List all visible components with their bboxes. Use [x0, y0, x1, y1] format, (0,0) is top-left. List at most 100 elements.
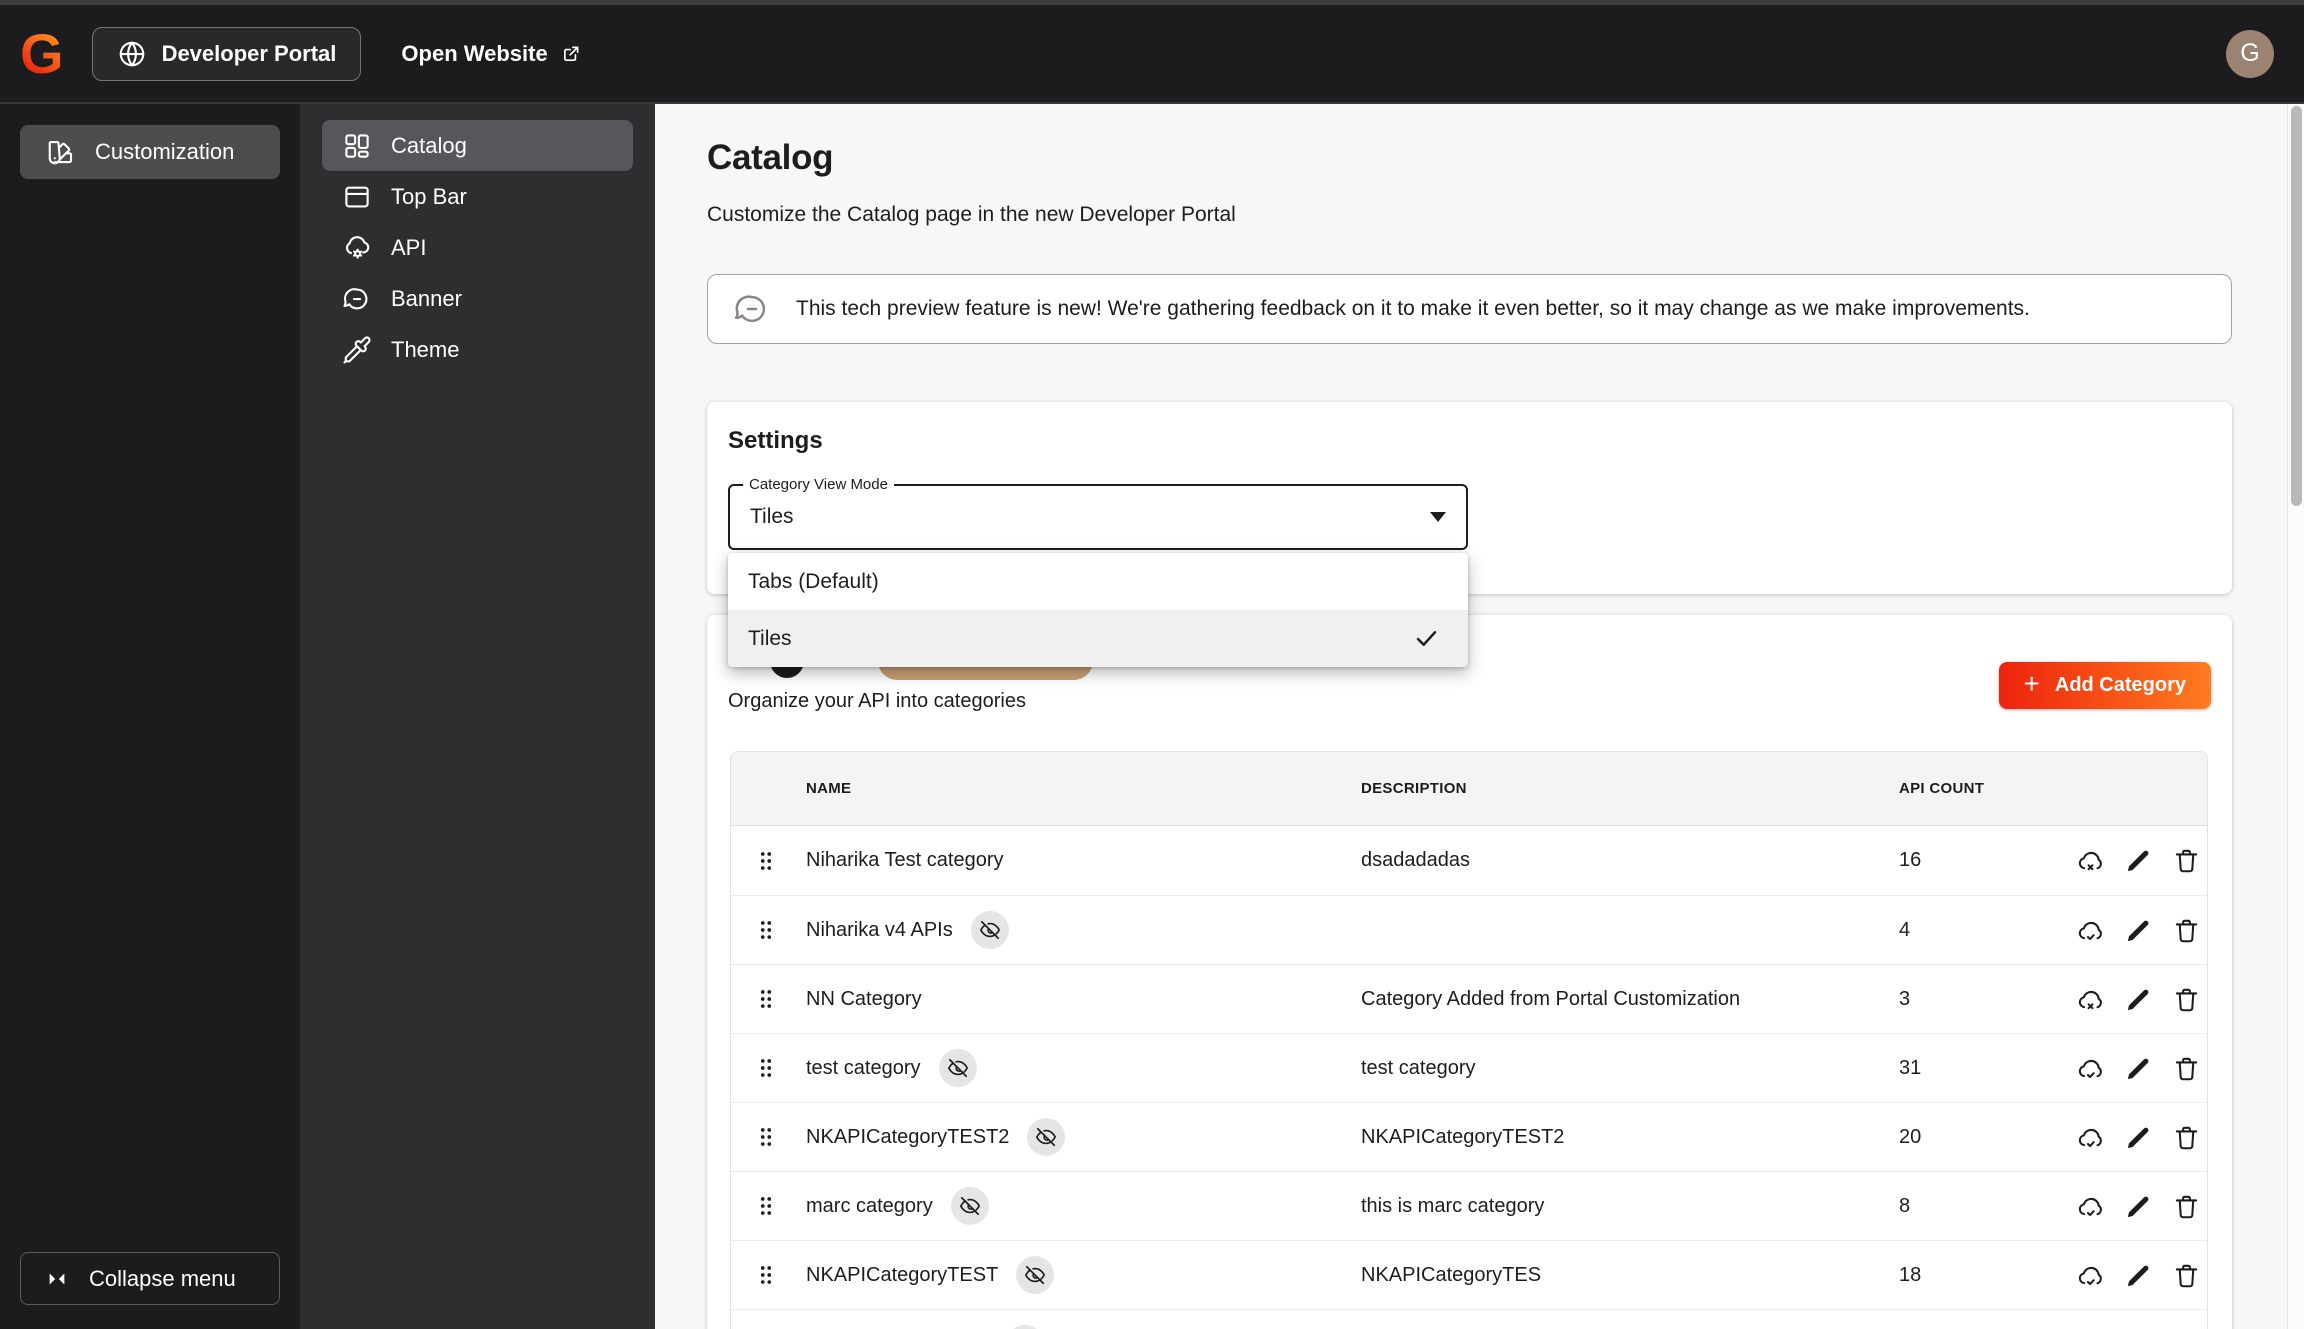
- eye-off-icon: [1025, 1265, 1046, 1285]
- unpublish-cloud-x-icon[interactable]: [2076, 846, 2105, 875]
- eye-off-icon: [979, 920, 1000, 940]
- open-website-link[interactable]: Open Website: [401, 41, 581, 67]
- category-description: NKAPICategoryTES: [1361, 1263, 1542, 1286]
- hidden-category-badge: [938, 1049, 977, 1087]
- developer-portal-button[interactable]: Developer Portal: [91, 26, 362, 81]
- category-name: NKAPICategoryTEST: [806, 1263, 999, 1286]
- drag-handle[interactable]: [731, 917, 806, 943]
- eye-off-icon: [1036, 1127, 1057, 1147]
- check-icon: [1413, 625, 1440, 652]
- category-name: NKAPICategoryTEST2: [806, 1125, 1010, 1148]
- category-view-mode-dropdown: Tabs (Default) Tiles: [728, 553, 1468, 667]
- topbar: G Developer Portal Open Website G: [0, 0, 2304, 104]
- table-header-row: NAME DESCRIPTION API COUNT: [731, 752, 2207, 826]
- edit-pencil-icon[interactable]: [2124, 1261, 2153, 1290]
- caret-down-icon: [1430, 512, 1446, 522]
- drag-handle[interactable]: [731, 848, 806, 874]
- delete-trash-icon[interactable]: [2172, 1261, 2201, 1290]
- add-category-label: Add Category: [2054, 674, 2186, 696]
- panel-top-icon: [342, 182, 372, 212]
- delete-trash-icon[interactable]: [2172, 916, 2201, 945]
- table-row: [731, 1309, 2207, 1329]
- vertical-scrollbar[interactable]: [2287, 104, 2304, 1329]
- dropdown-option-tabs[interactable]: Tabs (Default): [728, 553, 1468, 610]
- hidden-category-badge: [1006, 1325, 1044, 1329]
- subnav-item-catalog[interactable]: Catalog: [322, 120, 633, 171]
- hidden-category-badge: [1016, 1256, 1055, 1294]
- tech-preview-notice: This tech preview feature is new! We're …: [707, 274, 2232, 344]
- category-name: marc category: [806, 1194, 933, 1217]
- delete-trash-icon[interactable]: [2172, 985, 2201, 1014]
- eye-off-icon: [947, 1058, 968, 1078]
- table-row: marc category this is marc category 8: [731, 1171, 2207, 1240]
- collapse-menu-button[interactable]: Collapse menu: [20, 1252, 280, 1305]
- subnav-item-label: Banner: [391, 285, 462, 311]
- hidden-category-badge: [970, 911, 1009, 949]
- collapse-icon: [46, 1268, 68, 1290]
- category-api-count: 3: [1899, 987, 1911, 1010]
- table-row: NKAPICategoryTEST2 NKAPICategoryTEST2 20: [731, 1102, 2207, 1171]
- table-row: test category test category 31: [731, 1033, 2207, 1102]
- eye-off-icon: [959, 1196, 980, 1216]
- category-description: this is marc category: [1361, 1194, 1545, 1217]
- add-category-button[interactable]: + Add Category: [1998, 662, 2211, 709]
- table-body: Niharika Test category dsadadadas 16 Nih…: [731, 826, 2207, 1329]
- delete-trash-icon[interactable]: [2172, 1192, 2201, 1221]
- delete-trash-icon[interactable]: [2172, 846, 2201, 875]
- unpublish-cloud-x-icon[interactable]: [2076, 985, 2105, 1014]
- category-api-count: 18: [1899, 1263, 1922, 1286]
- subnav-item-api[interactable]: API: [322, 222, 633, 273]
- select-label: Category View Mode: [743, 476, 894, 493]
- category-description: dsadadadas: [1361, 849, 1470, 871]
- category-description: Category Added from Portal Customization: [1361, 987, 1741, 1010]
- subnav-item-theme[interactable]: Theme: [322, 324, 633, 375]
- sidebar-item-label: Customization: [95, 139, 235, 164]
- user-avatar[interactable]: G: [2226, 29, 2274, 78]
- eyedropper-icon: [342, 335, 372, 365]
- grid-icon: [342, 131, 372, 161]
- category-name: NN Category: [806, 987, 922, 1010]
- edit-pencil-icon[interactable]: [2124, 1192, 2153, 1221]
- plus-icon: +: [2023, 668, 2040, 699]
- publish-cloud-check-icon[interactable]: [2076, 1192, 2105, 1221]
- message-bubble-icon: [342, 284, 372, 314]
- collapse-menu-label: Collapse menu: [89, 1265, 236, 1291]
- category-name: test category: [806, 1056, 921, 1079]
- developer-portal-label: Developer Portal: [161, 40, 337, 66]
- categories-card: Organize your API into categories + Add …: [707, 615, 2232, 1329]
- avatar-initial: G: [2240, 39, 2260, 67]
- drag-handle[interactable]: [731, 1193, 806, 1219]
- drag-handle[interactable]: [731, 1124, 806, 1150]
- category-api-count: 31: [1899, 1056, 1922, 1079]
- delete-trash-icon[interactable]: [2172, 1123, 2201, 1152]
- publish-cloud-check-icon[interactable]: [2076, 1123, 2105, 1152]
- subnav-item-banner[interactable]: Banner: [322, 273, 633, 324]
- category-name: Niharika v4 APIs: [806, 918, 953, 941]
- sidebar-item-customization[interactable]: Customization: [20, 125, 280, 179]
- drag-handle[interactable]: [731, 1055, 806, 1081]
- category-description: NKAPICategoryTEST2: [1361, 1125, 1565, 1148]
- edit-pencil-icon[interactable]: [2124, 916, 2153, 945]
- publish-cloud-check-icon[interactable]: [2076, 916, 2105, 945]
- drag-handle[interactable]: [731, 1262, 806, 1288]
- drag-handle[interactable]: [731, 986, 806, 1012]
- scrollbar-thumb[interactable]: [2291, 106, 2302, 506]
- column-header-api-count: API COUNT: [1899, 780, 1985, 797]
- dropdown-option-label: Tiles: [748, 626, 792, 650]
- delete-trash-icon[interactable]: [2172, 1054, 2201, 1083]
- edit-pencil-icon[interactable]: [2124, 1054, 2153, 1083]
- main-panel: Catalog Customize the Catalog page in th…: [655, 104, 2304, 1329]
- table-row: Niharika Test category dsadadadas 16: [731, 826, 2207, 895]
- publish-cloud-check-icon[interactable]: [2076, 1054, 2105, 1083]
- dropdown-option-tiles[interactable]: Tiles: [728, 610, 1468, 667]
- edit-pencil-icon[interactable]: [2124, 1123, 2153, 1152]
- category-name: Niharika Test category: [806, 849, 1004, 871]
- publish-cloud-check-icon[interactable]: [2076, 1261, 2105, 1290]
- page-title: Catalog: [707, 138, 834, 177]
- category-view-mode-select[interactable]: Category View Mode Tiles: [728, 476, 1468, 550]
- select-value: Tiles: [750, 505, 794, 528]
- subnav-item-top-bar[interactable]: Top Bar: [322, 171, 633, 222]
- subnav-item-label: Top Bar: [391, 183, 467, 209]
- edit-pencil-icon[interactable]: [2124, 846, 2153, 875]
- edit-pencil-icon[interactable]: [2124, 985, 2153, 1014]
